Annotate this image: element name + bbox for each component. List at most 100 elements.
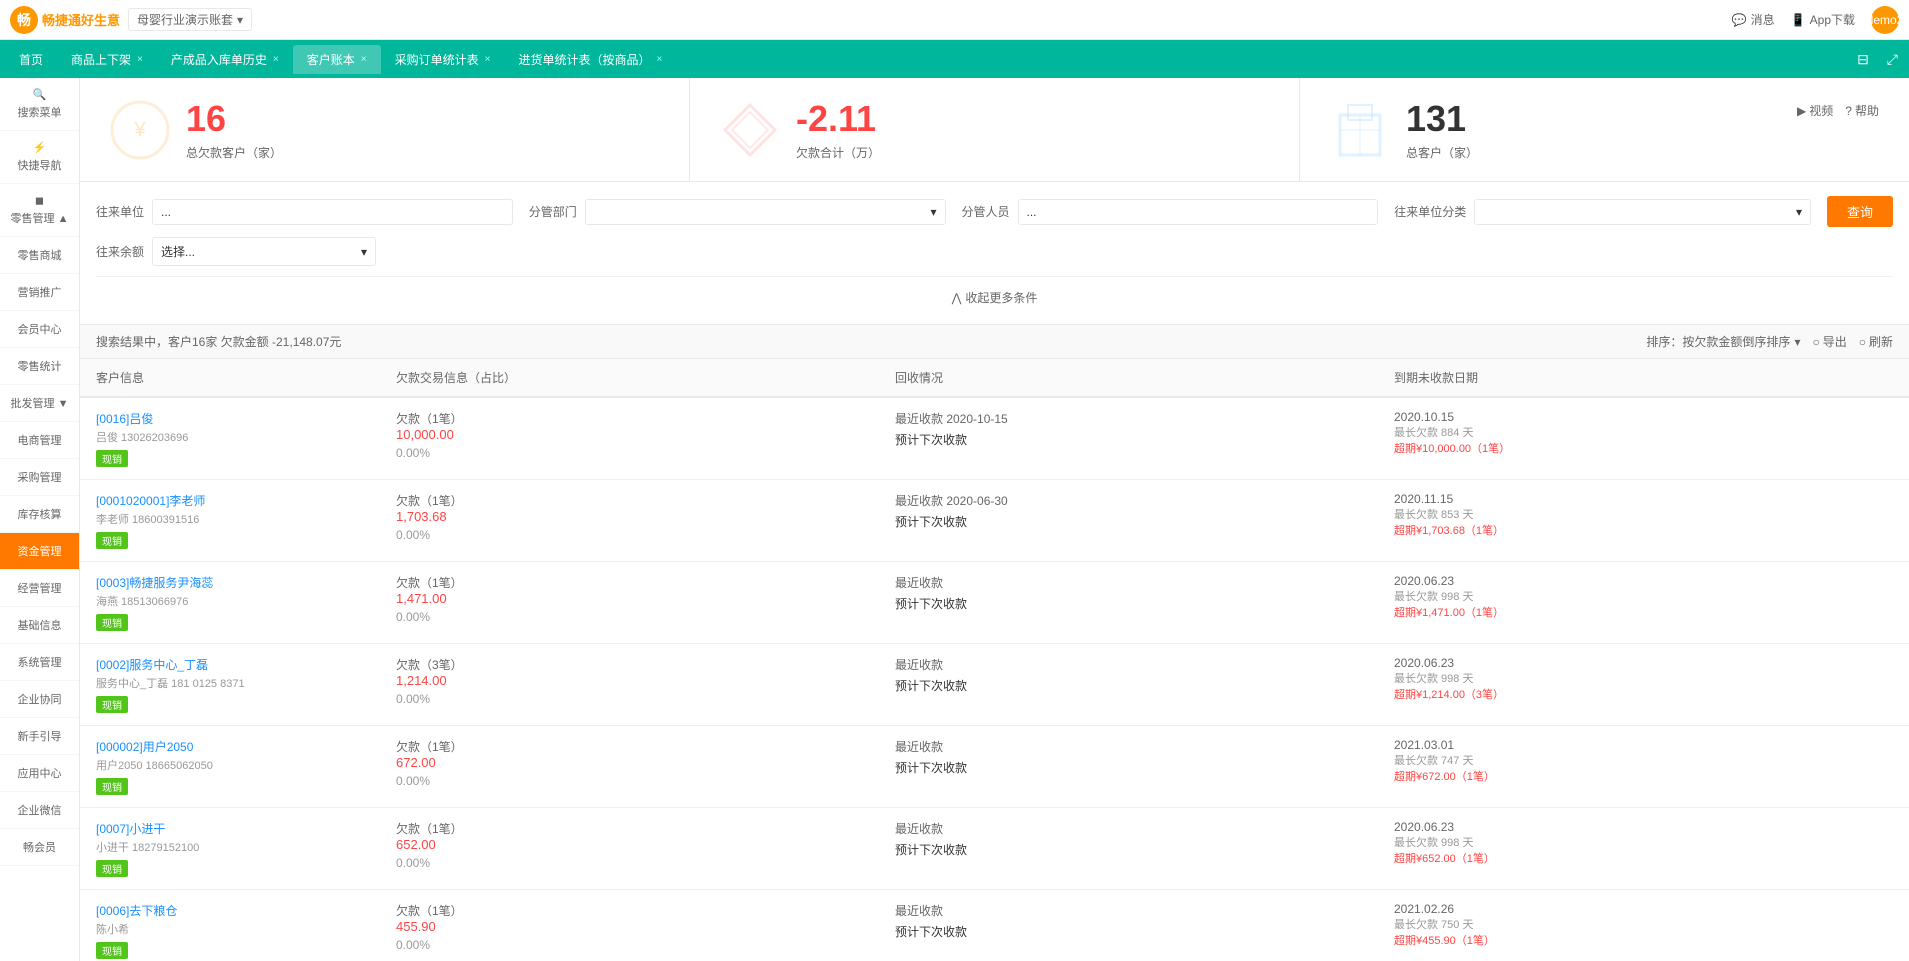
overdue-link[interactable]: 超期¥652.00（1笔） xyxy=(1394,853,1495,865)
sort-dropdown[interactable]: 排序：按欠款金额倒序排序 ▾ xyxy=(1646,333,1800,350)
sidebar-item-basic-info[interactable]: 基础信息 xyxy=(0,607,79,644)
close-icon[interactable]: × xyxy=(485,54,491,65)
sidebar-item-finance-mgmt[interactable]: 资金管理 xyxy=(0,533,79,570)
sidebar-item-enterprise-wechat[interactable]: 企业微信 xyxy=(0,792,79,829)
nav-maximize-icon[interactable]: ⤢ xyxy=(1881,49,1904,70)
marketing-label: 营销推广 xyxy=(18,284,62,300)
filter-label-vendor: 往来单位 xyxy=(96,203,144,220)
sidebar-item-retail-mgmt[interactable]: ◼ 零售管理 ▲ xyxy=(0,184,79,237)
export-btn[interactable]: ○ 导出 xyxy=(1812,333,1846,350)
vip-member-label: 畅会员 xyxy=(23,839,56,855)
overdue-days: 最长欠款 998 天 xyxy=(1394,670,1893,686)
overdue-link[interactable]: 超期¥1,214.00（3笔） xyxy=(1394,689,1504,701)
filter-item-balance: 往来余额 选择... ▾ xyxy=(96,237,376,266)
due-date-cell: 2021.02.26 最长欠款 750 天 超期¥455.90（1笔） xyxy=(1394,902,1893,948)
tab-purchase-stat-by-product[interactable]: 进货单统计表（按商品） × xyxy=(504,45,676,74)
filter-select-balance[interactable]: 选择... ▾ xyxy=(152,237,376,266)
th-due-date: 到期未收款日期 xyxy=(1394,369,1893,386)
customer-sub: 用户2050 18665062050 xyxy=(96,757,396,773)
stat-icon-diamond xyxy=(720,100,780,160)
customer-badge: 现销 xyxy=(96,614,128,631)
tab-product-in-history[interactable]: 产成品入库单历史 × xyxy=(157,45,293,74)
top-bar: 畅 畅捷通好生意 母婴行业演示账套 ▾ 💬 消息 📱 App下载 demo2 xyxy=(0,0,1909,40)
message-icon: 💬 xyxy=(1732,13,1747,27)
sidebar-item-marketing[interactable]: 营销推广 xyxy=(0,274,79,311)
debt-amount: 1,214.00 xyxy=(396,673,895,688)
customer-info-cell: [0007]小进干 小进干 18279152100 现销 xyxy=(96,820,396,877)
company-selector[interactable]: 母婴行业演示账套 ▾ xyxy=(128,8,252,31)
sidebar-item-system-mgmt[interactable]: 系统管理 xyxy=(0,644,79,681)
last-collection: 最近收款 xyxy=(895,820,1394,837)
help-icon: ? xyxy=(1845,104,1852,118)
due-date-cell: 2020.06.23 最长欠款 998 天 超期¥1,214.00（3笔） xyxy=(1394,656,1893,702)
close-icon[interactable]: × xyxy=(361,54,367,65)
customer-link[interactable]: [0006]去下粮仓 xyxy=(96,904,177,918)
overdue-days: 最长欠款 998 天 xyxy=(1394,834,1893,850)
phone-icon: 📱 xyxy=(1791,13,1806,27)
quick-nav-label: 快捷导航 xyxy=(18,157,62,173)
tab-home[interactable]: 首页 xyxy=(5,45,57,74)
customer-badge: 现销 xyxy=(96,696,128,713)
filter-select-vendor-type[interactable]: ▾ xyxy=(1474,199,1811,225)
tab-customer-account[interactable]: 客户账本 × xyxy=(293,45,381,74)
user-menu[interactable]: demo2 xyxy=(1871,6,1899,34)
sidebar-item-enterprise-coop[interactable]: 企业协同 xyxy=(0,681,79,718)
sidebar-item-retail-stats[interactable]: 零售统计 xyxy=(0,348,79,385)
overdue-days: 最长欠款 884 天 xyxy=(1394,424,1893,440)
filter-select-dept[interactable]: ▾ xyxy=(585,199,946,225)
collection-cell: 最近收款 预计下次收款 xyxy=(895,738,1394,776)
refresh-label: 刷新 xyxy=(1869,333,1893,350)
help-btn[interactable]: ? 帮助 xyxy=(1845,102,1879,119)
close-icon[interactable]: × xyxy=(137,54,143,65)
nav-minimize-icon[interactable]: ⊟ xyxy=(1851,49,1875,70)
refresh-btn[interactable]: ○ 刷新 xyxy=(1859,333,1893,350)
sidebar-item-ecommerce[interactable]: 电商管理 xyxy=(0,422,79,459)
customer-link[interactable]: [0016]吕俊 xyxy=(96,412,153,426)
sidebar-item-wholesale-mgmt[interactable]: 批发管理 ▼ xyxy=(0,385,79,422)
customer-link[interactable]: [0002]服务中心_丁磊 xyxy=(96,658,208,672)
last-collection: 最近收款 2020-06-30 xyxy=(895,492,1394,509)
overdue-link[interactable]: 超期¥1,471.00（1笔） xyxy=(1394,607,1504,619)
app-download-btn[interactable]: 📱 App下载 xyxy=(1791,11,1855,28)
debt-percent: 0.00% xyxy=(396,528,895,542)
collapse-btn[interactable]: ⋀ 收起更多条件 xyxy=(96,285,1893,310)
tab-purchase-order-stat-label: 采购订单统计表 xyxy=(395,51,479,68)
overdue-link[interactable]: 超期¥455.90（1笔） xyxy=(1394,935,1495,947)
debt-info-cell: 欠款（1笔） 672.00 0.00% xyxy=(396,738,895,788)
sidebar-item-purchase-mgmt[interactable]: 采购管理 xyxy=(0,459,79,496)
customer-info-cell: [0006]去下粮仓 陈小希 现销 xyxy=(96,902,396,959)
customer-link[interactable]: [0007]小进干 xyxy=(96,822,165,836)
stat-card-3-info: 131 总客户（家） xyxy=(1406,98,1797,161)
overdue-link[interactable]: 超期¥1,703.68（1笔） xyxy=(1394,525,1504,537)
debt-amount: 455.90 xyxy=(396,919,895,934)
sidebar-item-new-guide[interactable]: 新手引导 xyxy=(0,718,79,755)
sidebar-item-quick-nav[interactable]: ⚡ 快捷导航 xyxy=(0,131,79,184)
overdue-link[interactable]: 超期¥10,000.00（1笔） xyxy=(1394,443,1510,455)
message-btn[interactable]: 💬 消息 xyxy=(1732,11,1775,28)
close-icon[interactable]: × xyxy=(656,54,662,65)
tab-purchase-order-stat[interactable]: 采购订单统计表 × xyxy=(381,45,505,74)
collection-cell: 最近收款 2020-10-15 预计下次收款 xyxy=(895,410,1394,448)
sidebar-item-business-mgmt[interactable]: 经营管理 xyxy=(0,570,79,607)
customer-link[interactable]: [0001020001]李老师 xyxy=(96,494,205,508)
close-icon[interactable]: × xyxy=(273,54,279,65)
customer-link[interactable]: [000002]用户2050 xyxy=(96,740,193,754)
top-bar-left: 畅 畅捷通好生意 母婴行业演示账套 ▾ xyxy=(10,6,252,34)
logo-area: 畅 畅捷通好生意 xyxy=(10,6,120,34)
sidebar-item-members[interactable]: 会员中心 xyxy=(0,311,79,348)
customer-link[interactable]: [0003]畅捷服务尹海蕊 xyxy=(96,576,213,590)
sidebar-item-vip-member[interactable]: 畅会员 xyxy=(0,829,79,866)
search-button[interactable]: 查询 xyxy=(1827,196,1893,227)
sidebar-item-app-center[interactable]: 应用中心 xyxy=(0,755,79,792)
overdue-link[interactable]: 超期¥672.00（1笔） xyxy=(1394,771,1495,783)
company-chevron: ▾ xyxy=(237,13,243,27)
sidebar-item-search-menu[interactable]: 🔍 搜索菜单 xyxy=(0,78,79,131)
tab-product-up-down[interactable]: 商品上下架 × xyxy=(57,45,157,74)
last-collection: 最近收款 xyxy=(895,656,1394,673)
video-btn[interactable]: ▶ 视频 xyxy=(1797,102,1833,119)
sidebar-item-retail-mall[interactable]: 零售商城 xyxy=(0,237,79,274)
filter-input-vendor[interactable]: ... xyxy=(152,199,513,225)
sidebar-item-inventory[interactable]: 库存核算 xyxy=(0,496,79,533)
filter-input-person[interactable]: ... xyxy=(1018,199,1379,225)
due-date: 2020.06.23 xyxy=(1394,820,1893,834)
